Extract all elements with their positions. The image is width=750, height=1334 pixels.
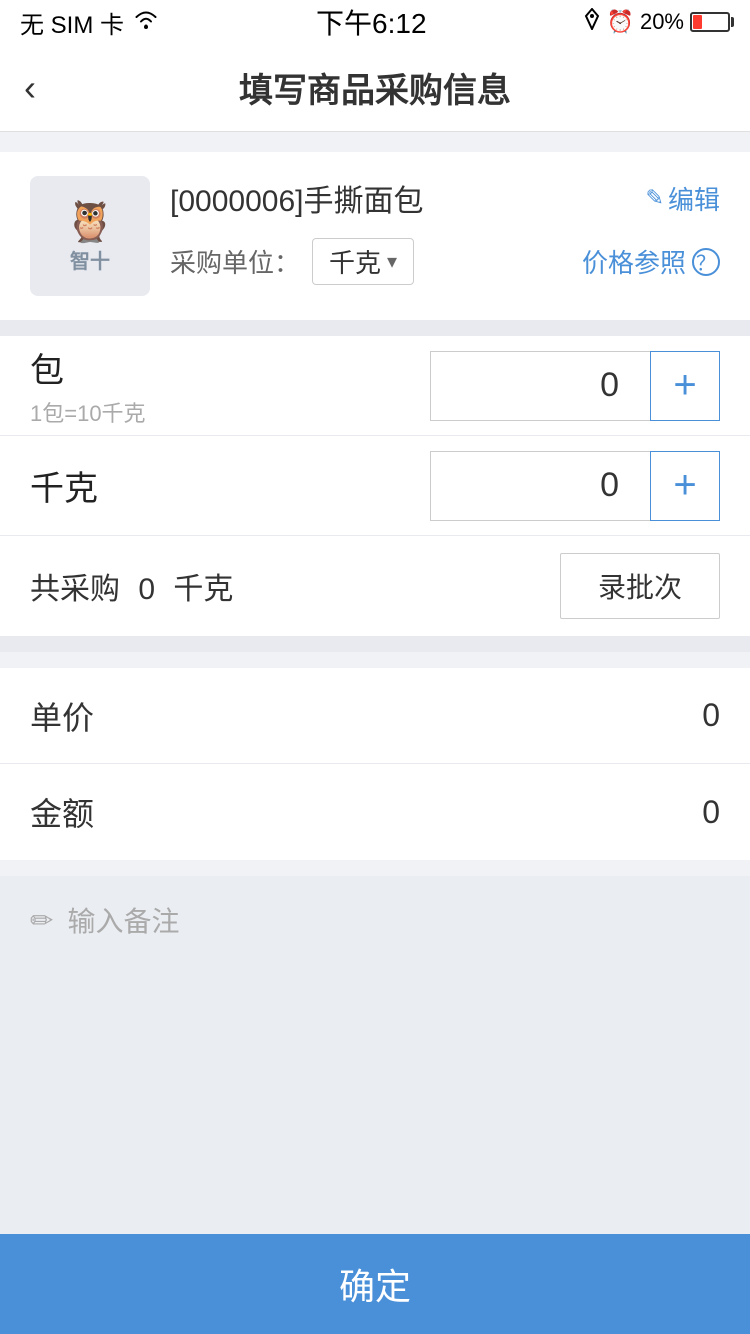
unit-price-row: 单价 0 [0, 668, 750, 764]
nav-title: 填写商品采购信息 [239, 63, 511, 112]
kg-quantity-input[interactable] [430, 451, 650, 521]
package-label-block: 包 1包=10千克 [30, 343, 146, 428]
summary-row: 共采购 0 千克 录批次 [0, 536, 750, 636]
product-info: [0000006]手撕面包 ✎ 编辑 采购单位： 千克 ▾ 价格参照 ？ [170, 176, 720, 285]
back-button[interactable]: ‹ [24, 67, 36, 109]
product-owl-icon: 🦉 [65, 198, 115, 245]
package-input-control: + [430, 351, 720, 421]
edit-label: 编辑 [668, 180, 720, 217]
confirm-button[interactable]: 确定 [0, 1234, 750, 1334]
input-section: 包 1包=10千克 + 千克 + [0, 336, 750, 536]
price-ref-label: 价格参照 [582, 243, 686, 280]
summary-amount: 0 [138, 573, 155, 606]
kg-input-control: + [430, 451, 720, 521]
info-icon: ？ [692, 248, 720, 276]
package-plus-button[interactable]: + [650, 351, 720, 421]
summary-prefix: 共采购 [30, 573, 120, 606]
unit-price-label: 单价 [30, 693, 94, 739]
unit-value: 千克 [329, 243, 381, 280]
notes-section[interactable]: ✏ 输入备注 [0, 876, 750, 964]
status-left: 无 SIM 卡 [20, 5, 160, 40]
product-logo-text: 智十 [70, 245, 110, 274]
footer-space [0, 964, 750, 1244]
package-label: 包 [30, 343, 146, 392]
status-right: ⏰ 20% [583, 8, 730, 36]
kg-row: 千克 + [0, 436, 750, 536]
status-bar: 无 SIM 卡 下午6:12 ⏰ 20% [0, 0, 750, 44]
product-title-row: [0000006]手撕面包 ✎ 编辑 [170, 176, 720, 220]
package-sub-label: 1包=10千克 [30, 396, 146, 428]
alarm-icon: ⏰ [607, 9, 634, 35]
price-ref-button[interactable]: 价格参照 ？ [582, 243, 720, 280]
notes-placeholder: 输入备注 [67, 900, 179, 940]
battery-percent: 20% [640, 9, 684, 35]
section-divider-2 [0, 636, 750, 652]
product-name: [0000006]手撕面包 [170, 176, 423, 220]
edit-button[interactable]: ✎ 编辑 [646, 180, 720, 217]
amount-label: 金额 [30, 789, 94, 835]
package-row: 包 1包=10千克 + [0, 336, 750, 436]
unit-select[interactable]: 千克 ▾ [312, 238, 414, 285]
kg-label: 千克 [30, 461, 98, 510]
package-quantity-input[interactable] [430, 351, 650, 421]
amount-row: 金额 0 [0, 764, 750, 860]
section-divider-1 [0, 320, 750, 336]
product-card: 🦉 智十 [0000006]手撕面包 ✎ 编辑 采购单位： 千克 ▾ 价格参照 … [0, 152, 750, 320]
kg-label-block: 千克 [30, 461, 98, 510]
price-section: 单价 0 金额 0 [0, 668, 750, 860]
chevron-down-icon: ▾ [387, 249, 397, 274]
summary-text: 共采购 0 千克 [30, 564, 233, 608]
pencil-icon: ✏ [30, 904, 53, 937]
product-logo: 🦉 智十 [30, 176, 150, 296]
edit-icon: ✎ [646, 185, 664, 211]
purchase-unit-label: 采购单位： [170, 243, 300, 280]
wifi-icon [132, 8, 160, 37]
unit-price-value: 0 [702, 697, 720, 734]
amount-value: 0 [702, 794, 720, 831]
sim-status: 无 SIM 卡 [20, 5, 124, 40]
kg-plus-button[interactable]: + [650, 451, 720, 521]
status-time: 下午6:12 [316, 2, 427, 42]
purchase-unit-row: 采购单位： 千克 ▾ 价格参照 ？ [170, 238, 720, 285]
nav-bar: ‹ 填写商品采购信息 [0, 44, 750, 132]
summary-unit: 千克 [173, 573, 233, 606]
location-icon [583, 8, 601, 36]
battery-icon [690, 12, 730, 32]
batch-button[interactable]: 录批次 [560, 553, 720, 619]
